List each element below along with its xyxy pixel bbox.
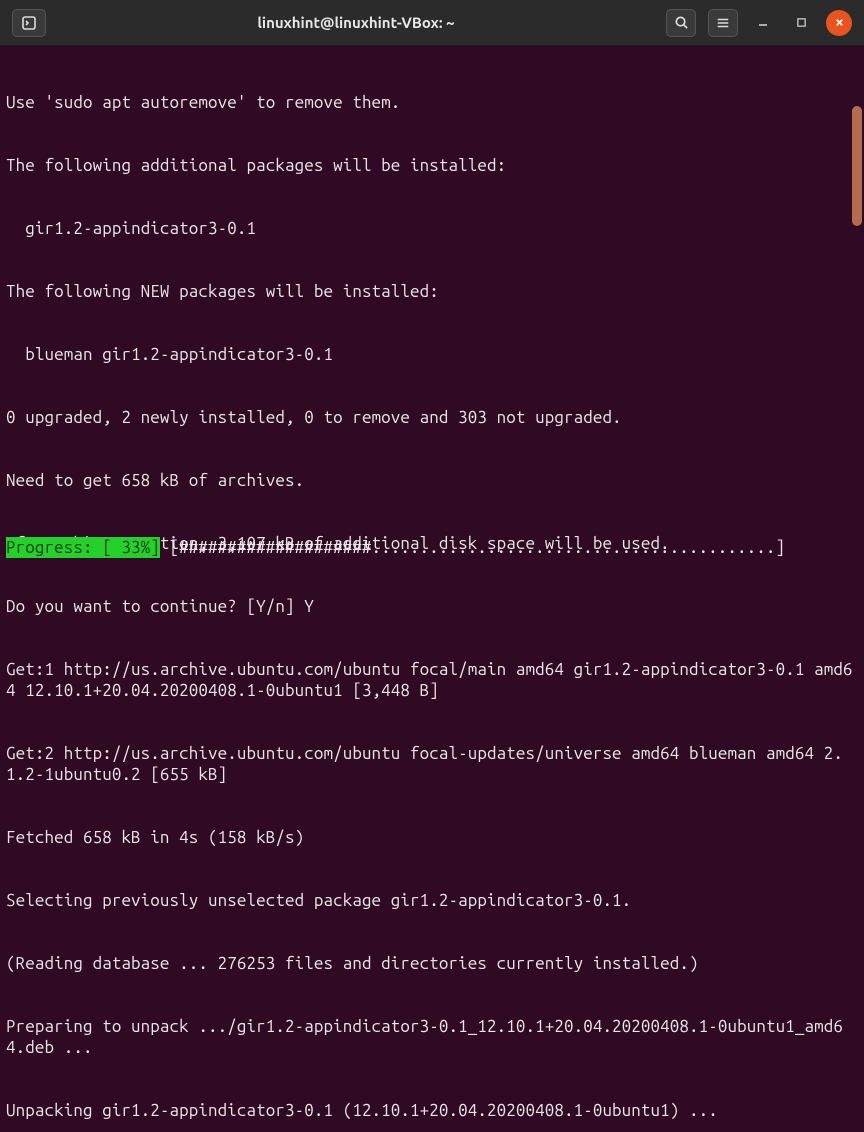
terminal-line: Do you want to continue? [Y/n] Y [6, 596, 858, 617]
window-title: linuxhint@linuxhint-VBox: ~ [56, 14, 656, 31]
terminal-line: Unpacking gir1.2-appindicator3-0.1 (12.1… [6, 1100, 858, 1121]
terminal-line: The following additional packages will b… [6, 155, 858, 176]
terminal-line: Use 'sudo apt autoremove' to remove them… [6, 92, 858, 113]
terminal-line: Selecting previously unselected package … [6, 890, 858, 911]
terminal-line: Fetched 658 kB in 4s (158 kB/s) [6, 827, 858, 848]
scrollbar-track[interactable] [852, 46, 862, 564]
titlebar: linuxhint@linuxhint-VBox: ~ [0, 0, 864, 46]
terminal-line: 0 upgraded, 2 newly installed, 0 to remo… [6, 407, 858, 428]
apt-progress-row: Progress: [ 33%] [####################..… [6, 537, 858, 558]
minimize-button[interactable] [750, 10, 776, 36]
terminal-line: Preparing to unpack .../gir1.2-appindica… [6, 1016, 858, 1058]
search-button[interactable] [666, 9, 696, 37]
scrollbar-thumb[interactable] [852, 106, 862, 226]
terminal-line: The following NEW packages will be insta… [6, 281, 858, 302]
terminal-line: blueman gir1.2-appindicator3-0.1 [6, 344, 858, 365]
terminal-output[interactable]: Use 'sudo apt autoremove' to remove them… [0, 46, 864, 566]
progress-bar: [####################...................… [169, 537, 785, 558]
maximize-button[interactable] [788, 10, 814, 36]
hamburger-menu-button[interactable] [708, 9, 738, 37]
terminal-line: gir1.2-appindicator3-0.1 [6, 218, 858, 239]
terminal-line: (Reading database ... 276253 files and d… [6, 953, 858, 974]
terminal-line: Get:2 http://us.archive.ubuntu.com/ubunt… [6, 743, 858, 785]
terminal-line: Get:1 http://us.archive.ubuntu.com/ubunt… [6, 659, 858, 701]
close-button[interactable] [826, 10, 852, 36]
progress-label: Progress: [ 33%] [6, 537, 160, 558]
terminal-line: Need to get 658 kB of archives. [6, 470, 858, 491]
new-tab-button[interactable] [12, 9, 46, 37]
